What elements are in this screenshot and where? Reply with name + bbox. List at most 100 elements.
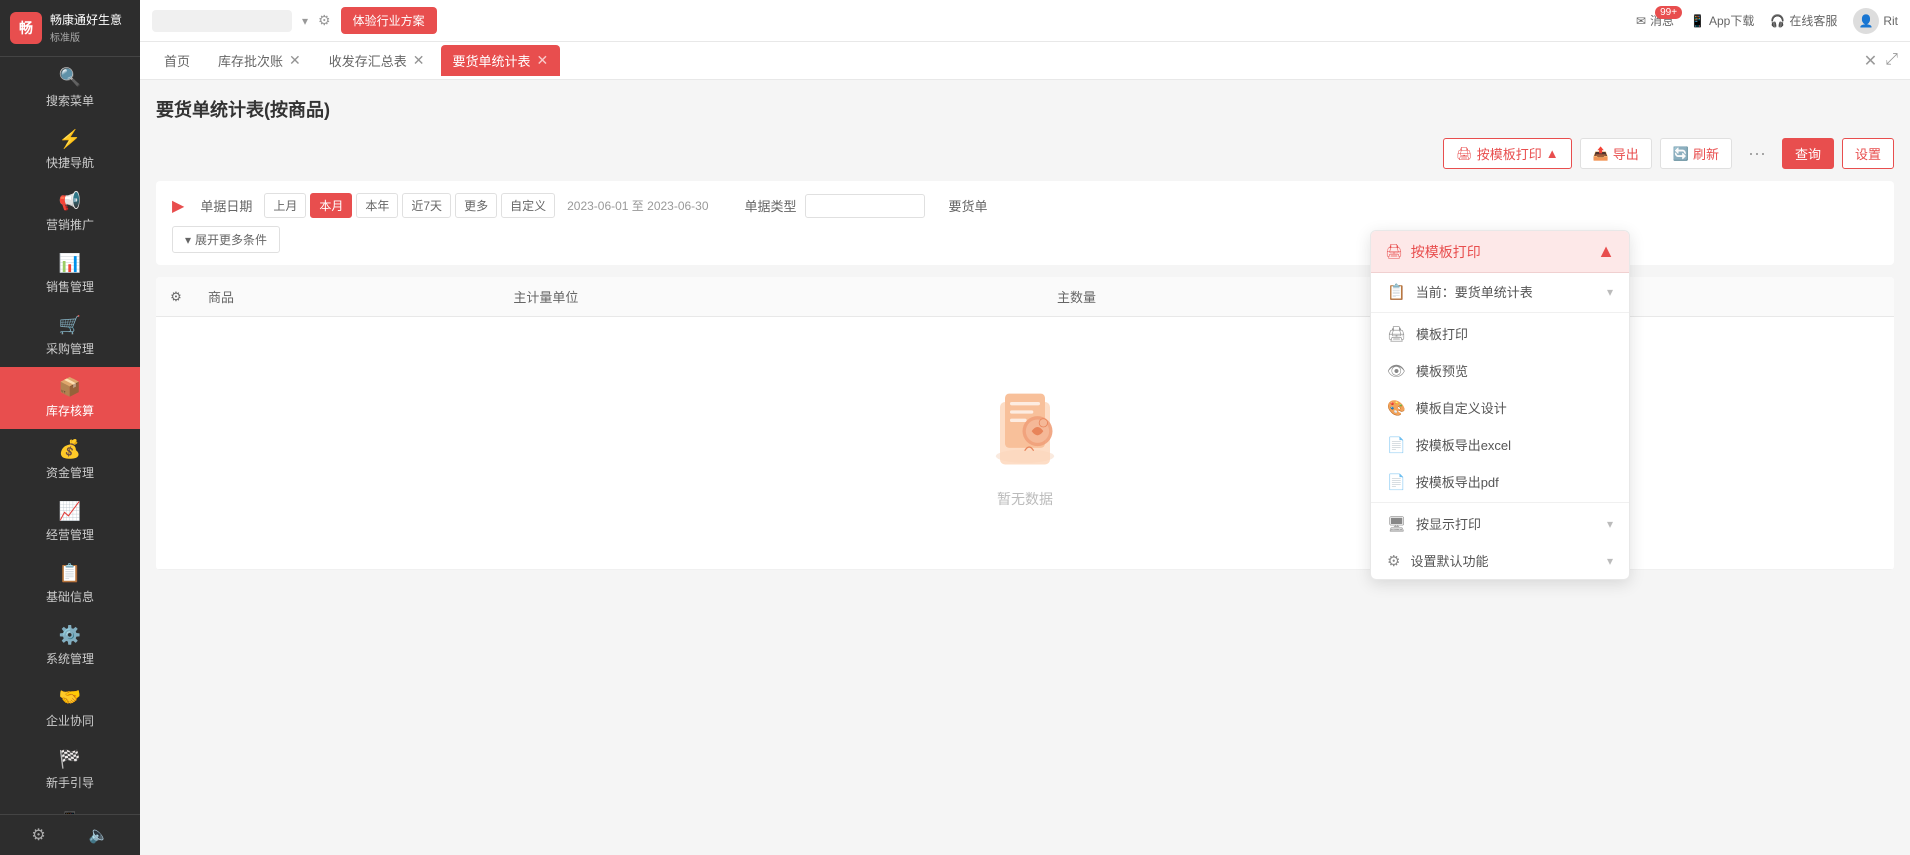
display-item-icon: 🖥 bbox=[1387, 515, 1406, 533]
expand-window-icon[interactable]: ⤢ bbox=[1885, 51, 1898, 71]
headset-icon: 🎧 bbox=[1770, 14, 1785, 28]
type-filter: 单据类型 bbox=[745, 194, 925, 218]
sidebar-item-system[interactable]: ⚙️系统管理 bbox=[0, 615, 140, 677]
sidebar-label-finance: 资金管理 bbox=[46, 464, 94, 481]
sidebar-item-finance[interactable]: 💰 资金管理 bbox=[0, 429, 140, 491]
date-btn-4[interactable]: 更多 bbox=[455, 193, 497, 218]
tab-close-receipt-summary[interactable]: ✕ bbox=[413, 52, 425, 69]
dropdown-close-icon[interactable]: ▲ bbox=[1597, 241, 1615, 262]
date-btn-2[interactable]: 本年 bbox=[356, 193, 398, 218]
empty-text: 暂无数据 bbox=[997, 489, 1053, 509]
settings-bottom-icon[interactable]: ⚙ bbox=[31, 825, 45, 845]
more-options-icon[interactable]: ··· bbox=[1740, 139, 1774, 168]
sidebar-item-sales[interactable]: 📊销售管理 bbox=[0, 243, 140, 305]
expand-collapse-btn[interactable]: ▶ bbox=[172, 196, 184, 216]
sidebar-label-quicknav: 快捷导航 bbox=[46, 154, 94, 171]
template-export-excel-item[interactable]: 📄 按模板导出excel bbox=[1371, 426, 1629, 463]
settings-button[interactable]: 设置 bbox=[1842, 138, 1894, 169]
print-icon: 🖨 bbox=[1456, 146, 1473, 162]
preview-item-icon: 👁 bbox=[1387, 362, 1406, 380]
user-profile[interactable]: 👤 Rit bbox=[1853, 8, 1898, 34]
print-dropdown: 🖨 按模板打印 ▲ 📋 当前：要货单统计表 ▾ 🖨 模板打印 👁 模板预览 🎨 bbox=[1370, 230, 1630, 580]
design-item-icon: 🎨 bbox=[1387, 399, 1406, 417]
sidebar-item-appstore[interactable]: 📱应用中心 bbox=[0, 801, 140, 814]
user-avatar: 👤 bbox=[1853, 8, 1879, 34]
sidebar-item-marketing[interactable]: 📢营销推广 bbox=[0, 181, 140, 243]
print-arrow-icon: ▲ bbox=[1546, 146, 1559, 161]
tab-order-stats[interactable]: 要货单统计表✕ bbox=[441, 45, 561, 76]
template-export-pdf-item[interactable]: 📄 按模板导出pdf bbox=[1371, 463, 1629, 500]
topbar-arrow-icon[interactable]: ▾ bbox=[302, 14, 308, 28]
main-area: ▾ ⚙ 体验行业方案 ✉ 消息 99+ 📱 App下载 🎧 在线客服 👤 Rit bbox=[140, 0, 1910, 855]
sidebar-item-operations[interactable]: 📈经营管理 bbox=[0, 491, 140, 553]
gear-column-icon[interactable]: ⚙ bbox=[170, 289, 182, 304]
sidebar-item-inventory[interactable]: 📦库存核算 bbox=[0, 367, 140, 429]
display-arrow-icon: ▾ bbox=[1607, 517, 1613, 531]
sidebar-item-enterprise[interactable]: 🤝 企业协同 bbox=[0, 677, 140, 739]
divider-2 bbox=[1371, 502, 1629, 503]
print-template-button[interactable]: 🖨 按模板打印 ▲ bbox=[1443, 138, 1571, 169]
col-header-goods: 商品 bbox=[196, 277, 501, 317]
system-icon: ⚙️ bbox=[59, 625, 81, 646]
app-name: 畅康通好生意 bbox=[50, 12, 122, 29]
date-btn-3[interactable]: 近7天 bbox=[402, 193, 451, 218]
experience-button[interactable]: 体验行业方案 bbox=[341, 7, 437, 34]
chevron-down-icon: ▾ bbox=[185, 233, 191, 247]
search-icon: 🔍 bbox=[59, 67, 81, 88]
sidebar-label-enterprise: 企业协同 bbox=[46, 712, 94, 729]
message-icon: ✉ bbox=[1636, 14, 1646, 28]
type-select[interactable] bbox=[805, 194, 925, 218]
print-dropdown-title: 🖨 按模板打印 bbox=[1385, 242, 1481, 262]
sales-icon: 📊 bbox=[59, 253, 81, 274]
user-name: Rit bbox=[1883, 14, 1898, 28]
message-button[interactable]: ✉ 消息 99+ bbox=[1636, 12, 1674, 29]
tab-receipt-summary[interactable]: 收发存汇总表✕ bbox=[317, 45, 437, 76]
sidebar-item-quicknav[interactable]: ⚡快捷导航 bbox=[0, 119, 140, 181]
sidebar-label-guide: 新手引导 bbox=[46, 774, 94, 791]
sidebar-item-basic[interactable]: 📋基础信息 bbox=[0, 553, 140, 615]
set-default-item[interactable]: ⚙ 设置默认功能 ▾ bbox=[1371, 542, 1629, 579]
message-badge: 99+ bbox=[1655, 6, 1682, 19]
page-title: 要货单统计表(按商品) bbox=[156, 96, 1894, 122]
online-service-btn[interactable]: 🎧 在线客服 bbox=[1770, 12, 1837, 29]
tab-home[interactable]: 首页 bbox=[152, 45, 202, 76]
sidebar-nav: 🔍 搜索菜单 ⚡快捷导航📢营销推广📊销售管理🛒采购管理📦库存核算 💰 资金管理 📈经营管理… bbox=[0, 57, 140, 814]
app-version: 标准版 bbox=[50, 29, 122, 44]
filter-row-1: ▶ 单据日期 上月本月本年近7天更多自定义 2023-06-01 至 2023-… bbox=[172, 193, 1878, 218]
audio-icon[interactable]: 🔈 bbox=[89, 825, 109, 845]
date-btn-5[interactable]: 自定义 bbox=[501, 193, 555, 218]
app-download-btn[interactable]: 📱 App下载 bbox=[1690, 12, 1754, 29]
tab-inventory-batch[interactable]: 库存批次账✕ bbox=[206, 45, 313, 76]
sidebar-item-purchase[interactable]: 🛒采购管理 bbox=[0, 305, 140, 367]
logo-text-group: 畅康通好生意 标准版 bbox=[50, 12, 122, 44]
export-button[interactable]: 📤 导出 bbox=[1580, 138, 1652, 169]
type-select-wrapper bbox=[805, 194, 925, 218]
display-print-item[interactable]: 🖥 按显示打印 ▾ bbox=[1371, 505, 1629, 542]
filter-bar: ▶ 单据日期 上月本月本年近7天更多自定义 2023-06-01 至 2023-… bbox=[156, 181, 1894, 265]
enterprise-icon: 🤝 bbox=[59, 687, 81, 708]
finance-icon: 💰 bbox=[59, 439, 81, 460]
topbar-right: ✉ 消息 99+ 📱 App下载 🎧 在线客服 👤 Rit bbox=[1636, 8, 1898, 34]
default-item-icon: ⚙ bbox=[1387, 552, 1400, 570]
sidebar-item-guide[interactable]: 🏁新手引导 bbox=[0, 739, 140, 801]
sidebar-label-basic: 基础信息 bbox=[46, 588, 94, 605]
goods-filter-label: 要货单 bbox=[949, 196, 988, 215]
expand-conditions-button[interactable]: ▾ 展开更多条件 bbox=[172, 226, 280, 253]
tab-close-inventory-batch[interactable]: ✕ bbox=[289, 52, 301, 69]
template-design-item[interactable]: 🎨 模板自定义设计 bbox=[1371, 389, 1629, 426]
date-range-display: 2023-06-01 至 2023-06-30 bbox=[567, 197, 708, 214]
close-window-icon[interactable]: ✕ bbox=[1864, 51, 1877, 71]
query-button[interactable]: 查询 bbox=[1782, 138, 1834, 169]
template-preview-item[interactable]: 👁 模板预览 bbox=[1371, 352, 1629, 389]
refresh-button[interactable]: 🔄 刷新 bbox=[1660, 138, 1732, 169]
topbar-gear-icon[interactable]: ⚙ bbox=[318, 12, 331, 29]
tab-close-order-stats[interactable]: ✕ bbox=[537, 52, 549, 69]
date-btn-0[interactable]: 上月 bbox=[264, 193, 306, 218]
template-print-item[interactable]: 🖨 模板打印 bbox=[1371, 315, 1629, 352]
date-btn-1[interactable]: 本月 bbox=[310, 193, 352, 218]
print-current-template-item[interactable]: 📋 当前：要货单统计表 ▾ bbox=[1371, 273, 1629, 310]
sidebar-item-search[interactable]: 🔍 搜索菜单 bbox=[0, 57, 140, 119]
topbar-search-input[interactable] bbox=[152, 10, 292, 32]
sidebar-label-marketing: 营销推广 bbox=[46, 216, 94, 233]
sidebar-label-search: 搜索菜单 bbox=[46, 92, 94, 109]
